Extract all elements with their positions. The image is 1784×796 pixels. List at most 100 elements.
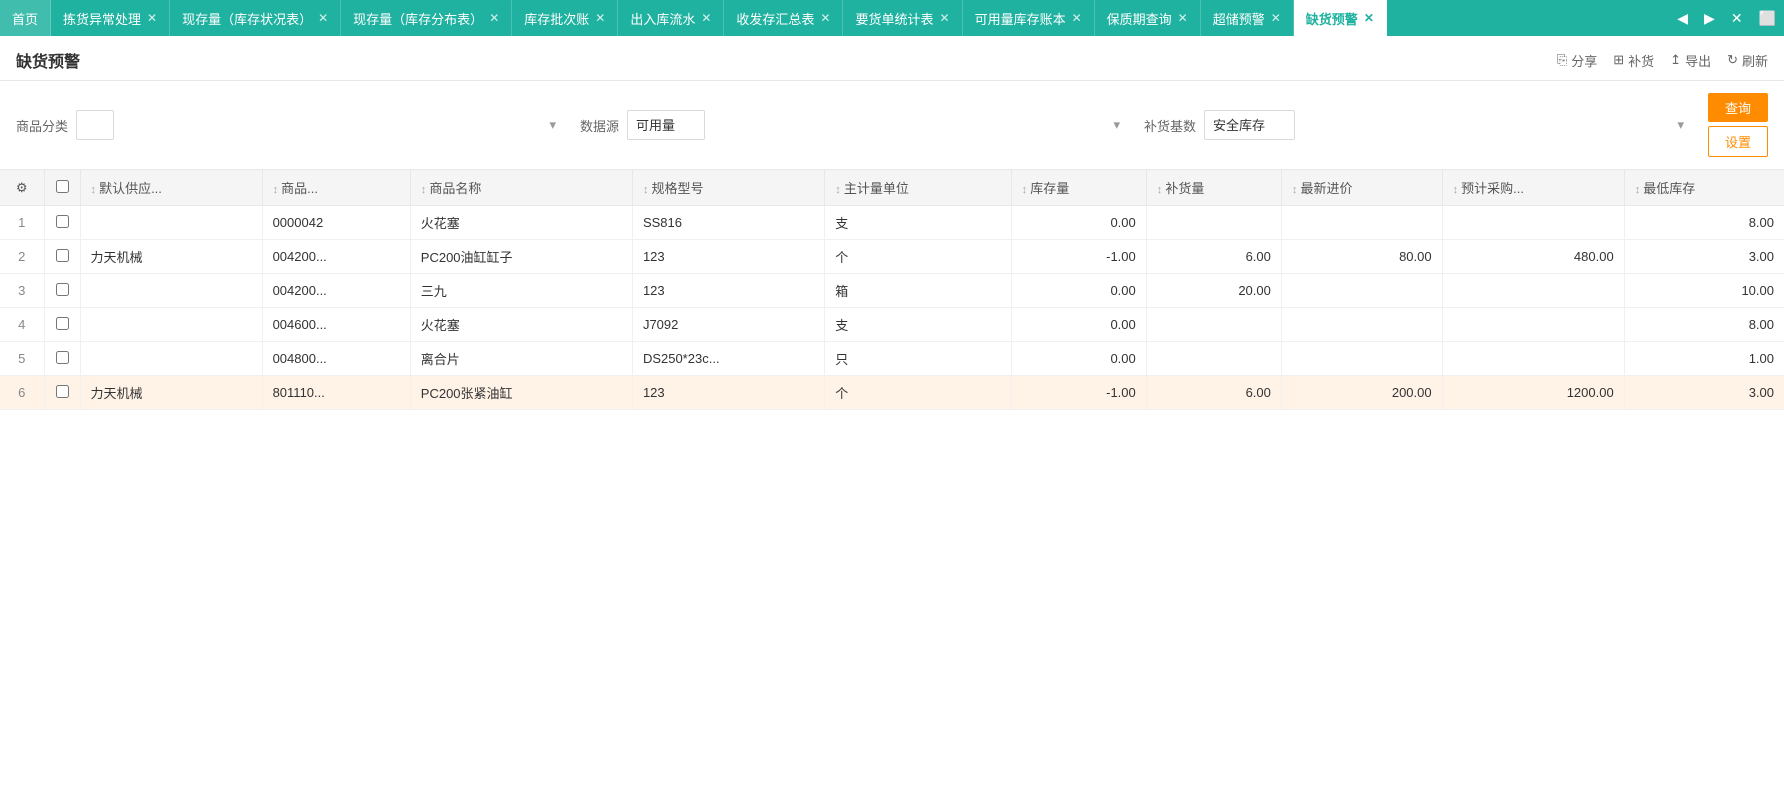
th-min-stock[interactable]: 最低库存	[1624, 170, 1784, 206]
datasource-select[interactable]: 可用量	[627, 110, 705, 140]
table-container: ⚙ 默认供应... 商品... 商品名称 规格型号	[0, 170, 1784, 410]
cell-supplier-5	[80, 342, 262, 376]
tab-close-all-button[interactable]: ✕	[1723, 0, 1751, 36]
tab-close-inventory-dist[interactable]: ✕	[489, 11, 499, 25]
filter-right-buttons: 查询 设置	[1708, 93, 1768, 157]
tab-next-button[interactable]: ▶	[1696, 0, 1723, 36]
cell-spec-5: DS250*23c...	[632, 342, 824, 376]
select-all-checkbox[interactable]	[56, 180, 69, 193]
th-stock-qty[interactable]: 库存量	[1011, 170, 1146, 206]
tab-available-ledger[interactable]: 可用量库存账本 ✕	[963, 0, 1095, 36]
table-header-row: ⚙ 默认供应... 商品... 商品名称 规格型号	[0, 170, 1784, 206]
cell-stock-qty-6: -1.00	[1011, 376, 1146, 410]
tab-close-collect-summary[interactable]: ✕	[820, 11, 830, 25]
settings-gear-icon[interactable]: ⚙	[16, 180, 28, 195]
tab-close-inventory-status[interactable]: ✕	[318, 11, 328, 25]
share-action[interactable]: ⎘ 分享	[1557, 51, 1597, 70]
row-select-6[interactable]	[56, 385, 69, 398]
row-checkbox-6	[44, 376, 80, 410]
cell-est-purchase-3	[1442, 274, 1624, 308]
cell-est-purchase-5	[1442, 342, 1624, 376]
cell-min-stock-4: 8.00	[1624, 308, 1784, 342]
cell-min-stock-3: 10.00	[1624, 274, 1784, 308]
th-default-supplier[interactable]: 默认供应...	[80, 170, 262, 206]
th-est-purchase[interactable]: 预计采购...	[1442, 170, 1624, 206]
tab-close-shortage[interactable]: ✕	[1364, 11, 1374, 25]
cell-stock-qty-5: 0.00	[1011, 342, 1146, 376]
tab-inout-flow[interactable]: 出入库流水 ✕	[618, 0, 724, 36]
replenish-base-select-wrapper: 安全库存	[1204, 110, 1692, 140]
tab-expiry-query[interactable]: 保质期查询 ✕	[1095, 0, 1201, 36]
tab-demand-stat[interactable]: 要货单统计表 ✕	[843, 0, 962, 36]
cell-product-code-6: 801110...	[262, 376, 410, 410]
th-spec[interactable]: 规格型号	[632, 170, 824, 206]
tab-abnormal[interactable]: 拣货异常处理 ✕	[51, 0, 170, 36]
th-product-code[interactable]: 商品...	[262, 170, 410, 206]
table-row: 2 力天机械 004200... PC200油缸缸子 123 个 -1.00 6…	[0, 240, 1784, 274]
tab-maximize-button[interactable]: ⬜	[1751, 0, 1784, 36]
replenish-base-select[interactable]: 安全库存	[1204, 110, 1295, 140]
row-checkbox-3	[44, 274, 80, 308]
export-icon: ↥	[1670, 52, 1681, 68]
cell-product-name-2: PC200油缸缸子	[410, 240, 632, 274]
tab-close-demand-stat[interactable]: ✕	[940, 11, 950, 25]
tab-batch-account[interactable]: 库存批次账 ✕	[512, 0, 618, 36]
tab-close-inout-flow[interactable]: ✕	[701, 11, 711, 25]
tab-close-expiry-query[interactable]: ✕	[1178, 11, 1188, 25]
cell-stock-qty-3: 0.00	[1011, 274, 1146, 308]
tab-inventory-dist[interactable]: 现存量（库存分布表） ✕	[341, 0, 512, 36]
tab-shortage[interactable]: 缺货预警 ✕	[1294, 0, 1387, 36]
row-select-1[interactable]	[56, 215, 69, 228]
tab-close-available-ledger[interactable]: ✕	[1072, 11, 1082, 25]
cell-supplier-4	[80, 308, 262, 342]
cell-unit-3: 箱	[825, 274, 1011, 308]
cell-est-purchase-1	[1442, 206, 1624, 240]
page-title: 缺货预警	[16, 48, 80, 72]
row-select-5[interactable]	[56, 351, 69, 364]
cell-spec-1: SS816	[632, 206, 824, 240]
category-select[interactable]	[76, 110, 114, 140]
filter-bar: 商品分类 数据源 可用量 补货基数 安全库存	[0, 81, 1784, 170]
row-checkbox-2	[44, 240, 80, 274]
th-settings: ⚙	[0, 170, 44, 206]
replenish-action[interactable]: ⊞ 补货	[1613, 51, 1654, 70]
category-filter-group: 商品分类	[16, 110, 564, 140]
th-unit[interactable]: 主计量单位	[825, 170, 1011, 206]
row-checkbox-4	[44, 308, 80, 342]
category-label: 商品分类	[16, 116, 68, 135]
row-num-3: 3	[0, 274, 44, 308]
refresh-action[interactable]: ↻ 刷新	[1727, 51, 1768, 70]
tab-home[interactable]: 首页	[0, 0, 51, 36]
settings-button[interactable]: 设置	[1708, 126, 1768, 157]
tab-close-abnormal[interactable]: ✕	[147, 11, 157, 25]
query-button[interactable]: 查询	[1708, 93, 1768, 122]
cell-unit-2: 个	[825, 240, 1011, 274]
datasource-filter-group: 数据源 可用量	[580, 110, 1128, 140]
cell-est-purchase-4	[1442, 308, 1624, 342]
th-replenish-qty[interactable]: 补货量	[1146, 170, 1281, 206]
cell-product-code-5: 004800...	[262, 342, 410, 376]
cell-min-stock-5: 1.00	[1624, 342, 1784, 376]
row-select-4[interactable]	[56, 317, 69, 330]
cell-unit-4: 支	[825, 308, 1011, 342]
tab-prev-button[interactable]: ◀	[1669, 0, 1696, 36]
tab-inventory-status[interactable]: 现存量（库存状况表） ✕	[170, 0, 341, 36]
row-select-2[interactable]	[56, 249, 69, 262]
table-row: 1 0000042 火花塞 SS816 支 0.00 8.00	[0, 206, 1784, 240]
th-latest-price[interactable]: 最新进价	[1281, 170, 1442, 206]
cell-latest-price-1	[1281, 206, 1442, 240]
row-select-3[interactable]	[56, 283, 69, 296]
tab-close-overstock[interactable]: ✕	[1271, 11, 1281, 25]
cell-spec-4: J7092	[632, 308, 824, 342]
tab-collect-summary[interactable]: 收发存汇总表 ✕	[724, 0, 843, 36]
cell-replenish-qty-1	[1146, 206, 1281, 240]
cell-replenish-qty-5	[1146, 342, 1281, 376]
export-action[interactable]: ↥ 导出	[1670, 51, 1711, 70]
cell-spec-2: 123	[632, 240, 824, 274]
cell-replenish-qty-6: 6.00	[1146, 376, 1281, 410]
cell-latest-price-4	[1281, 308, 1442, 342]
tab-close-batch-account[interactable]: ✕	[595, 11, 605, 25]
th-product-name[interactable]: 商品名称	[410, 170, 632, 206]
cell-min-stock-6: 3.00	[1624, 376, 1784, 410]
tab-overstock[interactable]: 超储预警 ✕	[1201, 0, 1294, 36]
